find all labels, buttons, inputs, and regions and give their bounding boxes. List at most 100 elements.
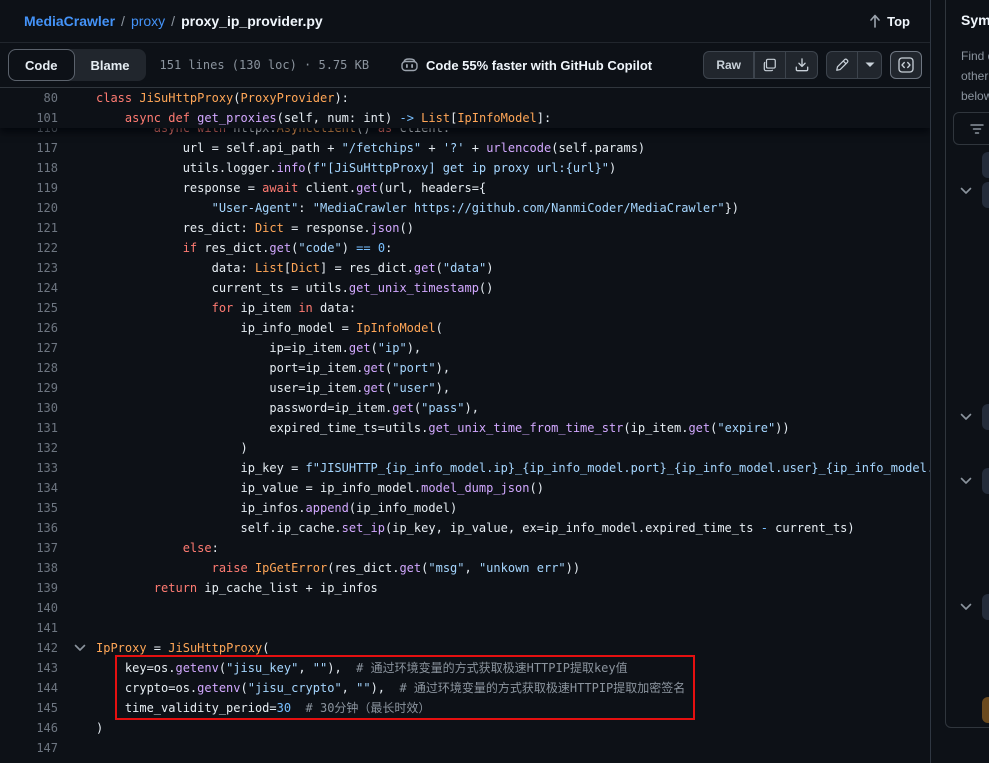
fold-gutter — [64, 458, 96, 478]
raw-button[interactable]: Raw — [703, 51, 754, 79]
copy-raw-button[interactable] — [754, 51, 786, 79]
fold-gutter — [64, 198, 96, 218]
symbol-item[interactable] — [982, 594, 989, 620]
symbols-desc-line: other symbols in this file by clicking a… — [961, 66, 989, 86]
download-button[interactable] — [786, 51, 818, 79]
code-viewer: 116 async with httpx.AsyncClient() as cl… — [0, 88, 930, 763]
symbols-panel-toggle-button[interactable] — [890, 51, 922, 79]
code-line: 140 — [0, 598, 930, 618]
file-main-column: MediaCrawler / proxy / proxy_ip_provider… — [0, 0, 931, 763]
chevron-down-icon[interactable] — [960, 477, 972, 485]
code-text: crypto=os.getenv("jisu_crypto", ""), # 通… — [96, 678, 930, 698]
symbol-item[interactable] — [982, 404, 989, 430]
fold-gutter — [64, 178, 96, 198]
line-number[interactable]: 124 — [0, 278, 64, 298]
symbol-item[interactable] — [982, 152, 989, 178]
line-number[interactable]: 143 — [0, 658, 64, 678]
code-line: 142 IpProxy = JiSuHttpProxy( — [0, 638, 930, 658]
line-number[interactable]: 123 — [0, 258, 64, 278]
code-line: 130 password=ip_item.get("pass"), — [0, 398, 930, 418]
back-to-top-button[interactable]: Top — [869, 14, 910, 29]
symbols-toggle-group — [890, 51, 922, 79]
line-number[interactable]: 127 — [0, 338, 64, 358]
line-number[interactable]: 146 — [0, 718, 64, 738]
code-text: ) — [96, 438, 930, 458]
fold-gutter — [64, 278, 96, 298]
symbol-item-class[interactable] — [982, 697, 989, 723]
line-number[interactable]: 147 — [0, 738, 64, 758]
caret-down-icon — [865, 62, 875, 68]
github-file-view: MediaCrawler / proxy / proxy_ip_provider… — [0, 0, 989, 763]
line-number[interactable]: 137 — [0, 538, 64, 558]
code-text: for ip_item in data: — [96, 298, 930, 318]
tab-blame[interactable]: Blame — [75, 49, 146, 81]
chevron-down-icon[interactable] — [960, 413, 972, 421]
code-text: IpProxy = JiSuHttpProxy( — [96, 638, 930, 658]
up-arrow-icon — [869, 14, 881, 28]
line-number[interactable]: 136 — [0, 518, 64, 538]
raw-copy-download-group: Raw — [703, 51, 818, 79]
code-line: 120 "User-Agent": "MediaCrawler https://… — [0, 198, 930, 218]
code-text: ) — [96, 718, 930, 738]
symbols-panel: Symbols Find definitions and references … — [931, 0, 989, 763]
fold-gutter — [64, 338, 96, 358]
code-line: 135 ip_infos.append(ip_info_model) — [0, 498, 930, 518]
line-number[interactable]: 133 — [0, 458, 64, 478]
line-number[interactable]: 126 — [0, 318, 64, 338]
code-text: port=ip_item.get("port"), — [96, 358, 930, 378]
fold-gutter — [64, 298, 96, 318]
line-number[interactable]: 139 — [0, 578, 64, 598]
copy-icon — [763, 58, 777, 72]
code-text: data: List[Dict] = res_dict.get("data") — [96, 258, 930, 278]
line-number[interactable]: 135 — [0, 498, 64, 518]
breadcrumb-repo-link[interactable]: MediaCrawler — [24, 13, 115, 29]
line-number[interactable]: 101 — [0, 108, 64, 128]
line-number[interactable]: 140 — [0, 598, 64, 618]
code-blame-switcher: Code Blame — [8, 49, 146, 81]
line-number[interactable]: 119 — [0, 178, 64, 198]
symbol-item[interactable] — [982, 182, 989, 208]
copilot-banner[interactable]: Code 55% faster with GitHub Copilot — [401, 58, 652, 73]
fold-gutter — [64, 538, 96, 558]
edit-file-button[interactable] — [826, 51, 858, 79]
fold-gutter — [64, 238, 96, 258]
line-number[interactable]: 120 — [0, 198, 64, 218]
code-line: 132 ) — [0, 438, 930, 458]
line-number[interactable]: 141 — [0, 618, 64, 638]
download-icon — [795, 58, 809, 72]
fold-gutter[interactable] — [64, 638, 96, 658]
symbols-filter-input[interactable] — [953, 112, 989, 145]
code-line: 141 — [0, 618, 930, 638]
code-line: 128 port=ip_item.get("port"), — [0, 358, 930, 378]
line-number[interactable]: 118 — [0, 158, 64, 178]
line-number[interactable]: 80 — [0, 88, 64, 108]
breadcrumb-folder-link[interactable]: proxy — [131, 13, 165, 29]
line-number[interactable]: 130 — [0, 398, 64, 418]
chevron-down-icon[interactable] — [960, 603, 972, 611]
line-number[interactable]: 132 — [0, 438, 64, 458]
line-number[interactable]: 142 — [0, 638, 64, 658]
top-link-label: Top — [887, 14, 910, 29]
tab-code[interactable]: Code — [8, 49, 75, 81]
line-number[interactable]: 121 — [0, 218, 64, 238]
symbol-item[interactable] — [982, 468, 989, 494]
chevron-down-icon[interactable] — [960, 187, 972, 195]
code-lines: 116 async with httpx.AsyncClient() as cl… — [0, 118, 930, 758]
line-number[interactable]: 122 — [0, 238, 64, 258]
code-line: 133 ip_key = f"JISUHTTP_{ip_info_model.i… — [0, 458, 930, 478]
line-number[interactable]: 125 — [0, 298, 64, 318]
line-number[interactable]: 128 — [0, 358, 64, 378]
edit-dropdown-button[interactable] — [858, 51, 882, 79]
line-number[interactable]: 145 — [0, 698, 64, 718]
code-line: 101 async def get_proxies(self, num: int… — [0, 108, 930, 128]
line-number[interactable]: 134 — [0, 478, 64, 498]
fold-gutter — [64, 498, 96, 518]
symbols-panel-description: Find definitions and references for func… — [961, 46, 989, 106]
line-number[interactable]: 138 — [0, 558, 64, 578]
line-number[interactable]: 129 — [0, 378, 64, 398]
line-number[interactable]: 117 — [0, 138, 64, 158]
line-number[interactable]: 144 — [0, 678, 64, 698]
code-text — [96, 598, 930, 618]
line-number[interactable]: 131 — [0, 418, 64, 438]
code-text: return ip_cache_list + ip_infos — [96, 578, 930, 598]
